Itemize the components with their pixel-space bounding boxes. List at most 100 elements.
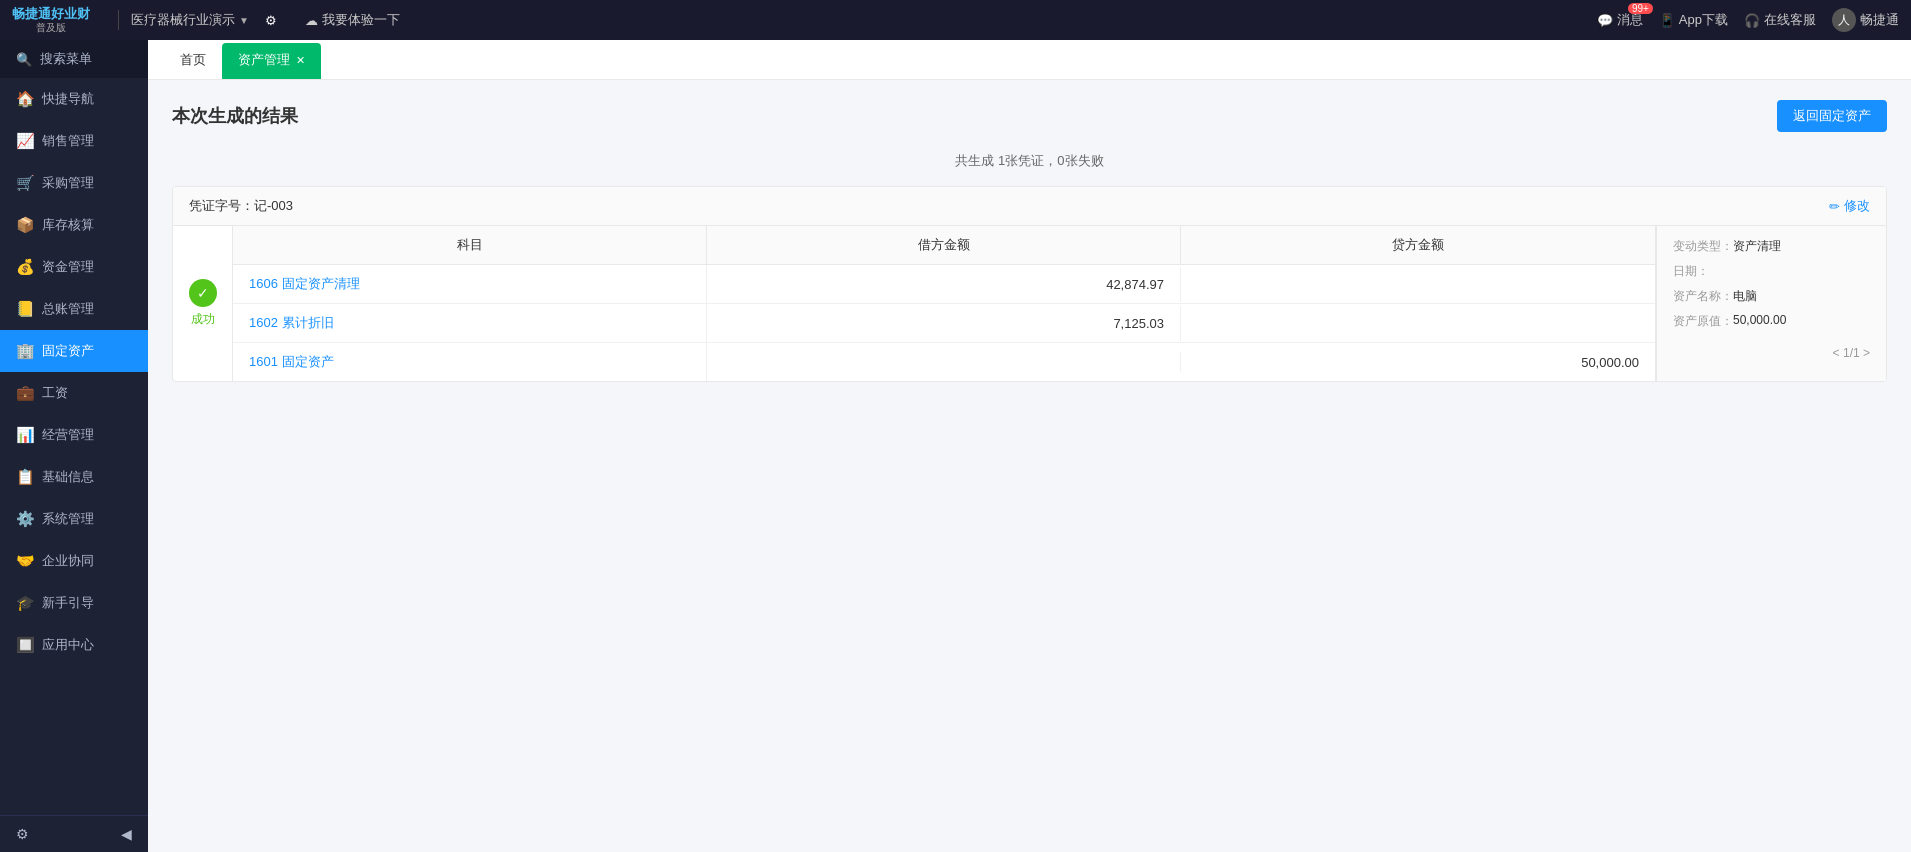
sidebar-item-label: 新手引导 bbox=[42, 594, 94, 612]
edit-icon: ✏ bbox=[1829, 199, 1840, 214]
enterprise-icon: 🤝 bbox=[16, 552, 34, 570]
cell-credit-1 bbox=[1181, 274, 1655, 294]
original-value-row: 资产原值： 50,000.00 bbox=[1673, 313, 1870, 330]
sidebar-item-inventory[interactable]: 📦 库存核算 bbox=[0, 204, 148, 246]
sidebar-item-enterprise[interactable]: 🤝 企业协同 bbox=[0, 540, 148, 582]
asset-name-row: 资产名称： 电脑 bbox=[1673, 288, 1870, 305]
main-layout: 🔍 搜索菜单 🏠 快捷导航 📈 销售管理 🛒 采购管理 📦 库存核算 💰 资金管… bbox=[0, 40, 1911, 852]
sidebar-item-sales[interactable]: 📈 销售管理 bbox=[0, 120, 148, 162]
experience-text: 我要体验一下 bbox=[322, 11, 400, 29]
sidebar-item-app-center[interactable]: 🔲 应用中心 bbox=[0, 624, 148, 666]
tab-asset-management[interactable]: 资产管理 ✕ bbox=[222, 43, 321, 79]
sidebar-item-ledger[interactable]: 📒 总账管理 bbox=[0, 288, 148, 330]
sidebar-collapse-icon[interactable]: ◀ bbox=[121, 826, 132, 842]
page-content: 本次生成的结果 返回固定资产 共生成 1张凭证，0张失败 凭证字号：记-003 … bbox=[148, 80, 1911, 852]
experience-button[interactable]: ☁ 我要体验一下 bbox=[305, 11, 400, 29]
sidebar-item-operations[interactable]: 📊 经营管理 bbox=[0, 414, 148, 456]
sidebar-item-label: 企业协同 bbox=[42, 552, 94, 570]
salary-icon: 💼 bbox=[16, 384, 34, 402]
voucher-body: ✓ 成功 科目 借方金额 贷方金额 1606 固定资产清理 bbox=[173, 226, 1886, 381]
return-fixed-assets-button[interactable]: 返回固定资产 bbox=[1777, 100, 1887, 132]
sidebar-item-capital[interactable]: 💰 资金管理 bbox=[0, 246, 148, 288]
sidebar-item-label: 工资 bbox=[42, 384, 68, 402]
status-text: 成功 bbox=[191, 311, 215, 328]
messages-icon: 💬 bbox=[1597, 13, 1613, 28]
project-dropdown-icon: ▼ bbox=[239, 15, 249, 26]
user-menu[interactable]: 人 畅捷通 bbox=[1832, 8, 1899, 32]
edit-label: 修改 bbox=[1844, 197, 1870, 215]
sidebar-settings-icon[interactable]: ⚙ bbox=[16, 826, 29, 842]
sidebar-item-label: 经营管理 bbox=[42, 426, 94, 444]
tab-home-label: 首页 bbox=[180, 51, 206, 69]
avatar: 人 bbox=[1832, 8, 1856, 32]
topbar-divider bbox=[118, 10, 119, 30]
home-icon: 🏠 bbox=[16, 90, 34, 108]
sidebar-item-label: 库存核算 bbox=[42, 216, 94, 234]
purchase-icon: 🛒 bbox=[16, 174, 34, 192]
sidebar-item-label: 资金管理 bbox=[42, 258, 94, 276]
topbar: 畅捷通好业财 普及版 医疗器械行业演示 ▼ ⚙ ☁ 我要体验一下 💬 消息 99… bbox=[0, 0, 1911, 40]
sidebar-item-system[interactable]: ⚙️ 系统管理 bbox=[0, 498, 148, 540]
sidebar-item-tutorial[interactable]: 🎓 新手引导 bbox=[0, 582, 148, 624]
sidebar-item-salary[interactable]: 💼 工资 bbox=[0, 372, 148, 414]
change-type-row: 变动类型： 资产清理 bbox=[1673, 238, 1870, 255]
sidebar-item-fixed-assets[interactable]: 🏢 固定资产 bbox=[0, 330, 148, 372]
tutorial-icon: 🎓 bbox=[16, 594, 34, 612]
online-service-label: 在线客服 bbox=[1764, 11, 1816, 29]
sidebar-item-label: 采购管理 bbox=[42, 174, 94, 192]
tab-home[interactable]: 首页 bbox=[164, 43, 222, 79]
logo-main-text: 畅捷通好业财 bbox=[12, 6, 90, 22]
table-row: 1601 固定资产 50,000.00 bbox=[233, 343, 1655, 381]
sales-icon: 📈 bbox=[16, 132, 34, 150]
sidebar-item-purchase[interactable]: 🛒 采购管理 bbox=[0, 162, 148, 204]
system-icon: ⚙️ bbox=[16, 510, 34, 528]
fixed-assets-icon: 🏢 bbox=[16, 342, 34, 360]
username: 畅捷通 bbox=[1860, 11, 1899, 29]
project-selector[interactable]: 医疗器械行业演示 ▼ bbox=[131, 11, 249, 29]
page-header: 本次生成的结果 返回固定资产 bbox=[172, 100, 1887, 132]
sidebar-item-label: 总账管理 bbox=[42, 300, 94, 318]
app-logo: 畅捷通好业财 普及版 bbox=[12, 6, 90, 34]
sidebar-item-quick-nav[interactable]: 🏠 快捷导航 bbox=[0, 78, 148, 120]
sidebar-item-search[interactable]: 🔍 搜索菜单 bbox=[0, 40, 148, 78]
summary-text: 共生成 1张凭证，0张失败 bbox=[172, 152, 1887, 170]
status-column: ✓ 成功 bbox=[173, 226, 233, 381]
sidebar-item-label: 应用中心 bbox=[42, 636, 94, 654]
project-name: 医疗器械行业演示 bbox=[131, 11, 235, 29]
project-settings-icon[interactable]: ⚙ bbox=[257, 6, 285, 34]
cell-debit-1: 42,874.97 bbox=[707, 267, 1181, 302]
ledger-icon: 📒 bbox=[16, 300, 34, 318]
cell-subject-2: 1602 累计折旧 bbox=[233, 304, 707, 342]
table-header: 科目 借方金额 贷方金额 bbox=[233, 226, 1655, 265]
sidebar-item-basic-info[interactable]: 📋 基础信息 bbox=[0, 456, 148, 498]
sidebar-item-label: 销售管理 bbox=[42, 132, 94, 150]
edit-button[interactable]: ✏ 修改 bbox=[1829, 197, 1870, 215]
content-area: 首页 资产管理 ✕ 本次生成的结果 返回固定资产 共生成 1张凭证，0张失败 凭… bbox=[148, 40, 1911, 852]
cell-credit-3: 50,000.00 bbox=[1181, 345, 1655, 380]
basic-info-icon: 📋 bbox=[16, 468, 34, 486]
download-icon: 📱 bbox=[1659, 13, 1675, 28]
page-title: 本次生成的结果 bbox=[172, 104, 298, 128]
topbar-right: 💬 消息 99+ 📱 App下载 🎧 在线客服 人 畅捷通 bbox=[1597, 8, 1899, 32]
messages-badge: 99+ bbox=[1628, 3, 1653, 14]
success-icon: ✓ bbox=[189, 279, 217, 307]
app-center-icon: 🔲 bbox=[16, 636, 34, 654]
cell-credit-2 bbox=[1181, 313, 1655, 333]
app-download-button[interactable]: 📱 App下载 bbox=[1659, 11, 1728, 29]
tab-close-icon[interactable]: ✕ bbox=[296, 54, 305, 67]
online-service-button[interactable]: 🎧 在线客服 bbox=[1744, 11, 1816, 29]
sidebar-item-label: 快捷导航 bbox=[42, 90, 94, 108]
pagination-next-icon[interactable]: > bbox=[1863, 346, 1870, 360]
original-value-value: 50,000.00 bbox=[1733, 313, 1786, 327]
asset-name-label: 资产名称： bbox=[1673, 288, 1733, 305]
app-download-label: App下载 bbox=[1679, 11, 1728, 29]
sidebar-item-label: 系统管理 bbox=[42, 510, 94, 528]
operations-icon: 📊 bbox=[16, 426, 34, 444]
capital-icon: 💰 bbox=[16, 258, 34, 276]
sidebar-item-label: 基础信息 bbox=[42, 468, 94, 486]
search-icon: 🔍 bbox=[16, 52, 32, 67]
change-type-label: 变动类型： bbox=[1673, 238, 1733, 255]
pagination-prev-icon[interactable]: < bbox=[1833, 346, 1840, 360]
messages-button[interactable]: 💬 消息 99+ bbox=[1597, 11, 1643, 29]
right-panel: 变动类型： 资产清理 日期： 资产名称： 电脑 资产原值： bbox=[1656, 226, 1886, 381]
